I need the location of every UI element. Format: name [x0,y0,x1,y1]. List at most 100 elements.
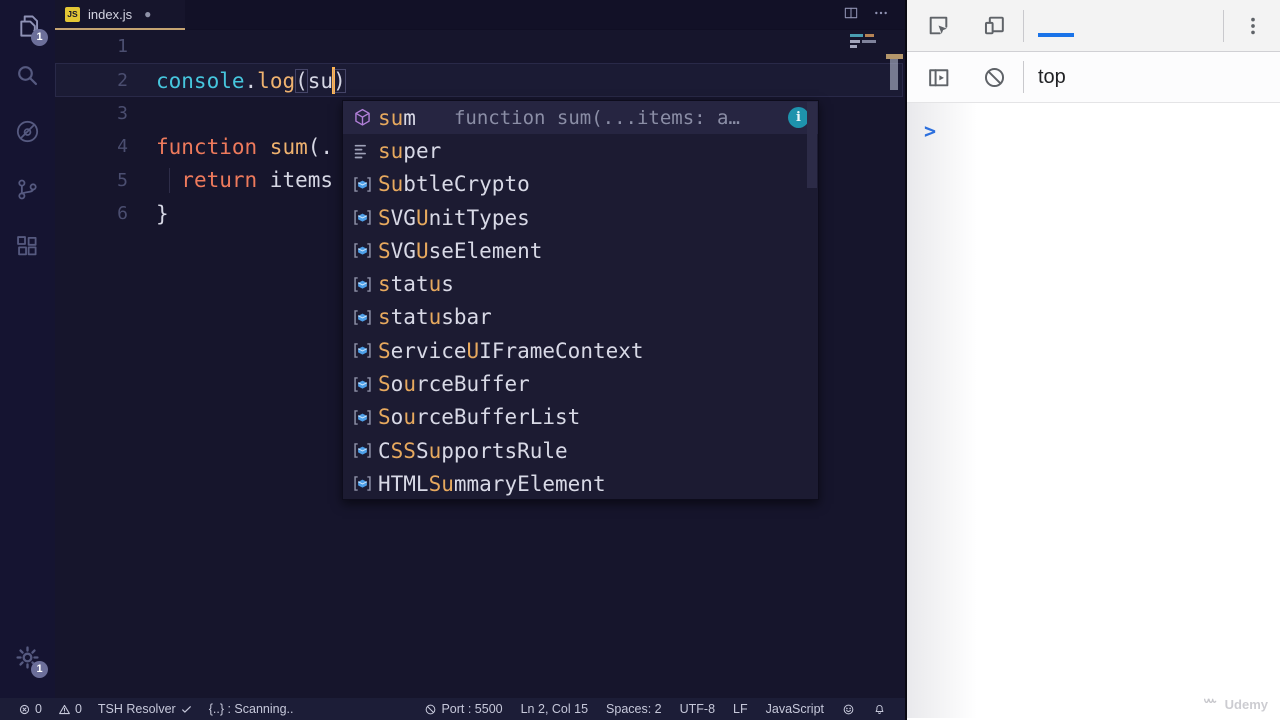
statusbar-item-utf-8[interactable]: UTF-8 [671,702,724,716]
code-text: function sum(. [128,135,333,159]
label-part: s [378,272,391,297]
symbol-class-icon [352,274,373,295]
editor-scrollbar[interactable] [886,30,903,698]
label-part: o [390,405,404,430]
devtools-panel: top > Udemy [905,0,1280,720]
suggestion-item[interactable]: ServiceUIFrameContext [343,334,818,367]
status-bar: 0 0 TSH Resolver {..} : Scanning.. Port : 5… [0,698,905,720]
label-part: IFrameContext [479,338,644,363]
popup-scrollbar-thumb[interactable] [807,102,817,188]
statusbar-item-lf[interactable]: LF [724,702,757,716]
statusbar-item-tsh-resolver[interactable]: TSH Resolver [90,702,201,716]
label-part: VG [390,238,416,263]
label-part: S [378,238,391,263]
suggestion-item[interactable]: status [343,267,818,300]
statusbar-item-scanning[interactable]: {..} : Scanning.. [201,702,302,716]
intellisense-popup: sum function sum(...items: a… i super Subtle… [342,100,819,500]
symbol-class-icon [352,473,378,494]
more-icon [873,5,889,21]
suggestion-label: HTMLSummaryElement [378,472,606,496]
indent-guide [169,167,170,193]
suggestion-item[interactable]: HTMLSummaryElement [343,467,818,500]
label-part: tat [390,272,429,297]
suggestion-label: CSSSupportsRule [378,439,568,463]
label-part: u [403,372,416,397]
line-number[interactable]: 5 [55,170,128,191]
more-button[interactable] [873,5,889,26]
statusbar-item-javascript[interactable]: JavaScript [757,702,833,716]
inspect-button[interactable] [923,11,953,41]
statusbar-item-ln-2-col-15[interactable]: Ln 2, Col 15 [512,702,597,716]
symbol-class-icon [352,340,373,361]
suggestion-label: status [378,272,454,296]
console-context-selector[interactable]: top [1038,66,1066,89]
feedback-icon [842,703,855,716]
label-part: per [403,138,442,163]
clear-console-button[interactable] [979,62,1009,92]
minimap[interactable] [850,32,886,52]
console-input-area[interactable]: > Udemy [907,103,1280,718]
symbol-function-icon [352,107,378,128]
suggestion-item[interactable]: SourceBuffer [343,367,818,400]
code-line[interactable]: 2 console.log(su) [55,63,903,97]
label-part: btleCrypto [403,172,530,197]
clear-console-icon [982,65,1007,90]
statusbar-item-port-5500[interactable]: Port : 5500 [415,702,511,716]
symbol-class-icon [352,207,373,228]
device-toolbar-button[interactable] [979,11,1009,41]
scrollbar-thumb[interactable] [890,59,898,90]
tab-index-js[interactable]: JS index.js ● [55,0,185,30]
screen: 1 1 JS index.js ● 1 2 console.log(su) 3 4 fun… [0,0,1280,720]
line-number[interactable]: 6 [55,203,128,224]
suggestion-item[interactable]: SVGUseElement [343,234,818,267]
statusbar-item[interactable] [864,703,895,716]
label-part: sbar [441,305,492,330]
info-icon[interactable]: i [788,107,809,128]
suggestion-item[interactable]: sum function sum(...items: a… i [343,101,818,135]
activity-bar: 1 1 [0,0,55,698]
label-part: ervice [390,338,467,363]
statusbar-item[interactable] [833,703,864,716]
bell-icon [873,703,886,716]
split-editor-button[interactable] [843,5,859,26]
suggestion-item[interactable]: statusbar [343,301,818,334]
activity-files-button[interactable]: 1 [0,0,55,50]
activity-manage-button[interactable]: 1 [0,632,55,682]
activity-extensions-button[interactable] [0,221,55,271]
suggestion-item[interactable]: super [343,134,818,167]
suggestion-item[interactable]: SubtleCrypto [343,168,818,201]
suggestion-label: sum [378,106,416,130]
statusbar-item-spaces-2[interactable]: Spaces: 2 [597,702,671,716]
code-line[interactable]: 1 [55,30,903,63]
statusbar-label: 0 [74,702,82,716]
label-part: mmaryElement [453,471,606,496]
label-part: S [378,205,391,230]
statusbar-label: {..} : Scanning.. [208,702,294,716]
statusbar-item-0[interactable]: 0 [10,702,50,716]
code-token: su [307,68,334,93]
line-number[interactable]: 3 [55,103,128,124]
badge: 1 [31,29,48,46]
toolbar-separator [1023,9,1024,42]
suggestion-item[interactable]: SourceBufferList [343,401,818,434]
activity-debug-button[interactable] [0,106,55,156]
suggestion-item[interactable]: SVGUnitTypes [343,201,818,234]
statusbar-label: LF [733,702,748,716]
kebab-menu-icon [1242,15,1264,37]
search-icon [14,62,41,89]
symbol-class-icon [352,174,373,195]
devtools-menu-button[interactable] [1238,11,1268,41]
line-number[interactable]: 2 [55,70,128,91]
suggestion-item[interactable]: CSSSupportsRule [343,434,818,467]
activity-source-control-button[interactable] [0,164,55,214]
statusbar-item-0[interactable]: 0 [50,702,90,716]
symbol-class-icon [352,307,373,328]
symbol-class-icon [352,207,378,228]
line-number[interactable]: 1 [55,36,128,57]
statusbar-label: TSH Resolver [97,702,176,716]
line-number[interactable]: 4 [55,136,128,157]
activity-search-button[interactable] [0,50,55,100]
statusbar-label: UTF-8 [679,702,716,716]
console-sidebar-button[interactable] [923,62,953,92]
statusbar-label: Spaces: 2 [606,702,662,716]
